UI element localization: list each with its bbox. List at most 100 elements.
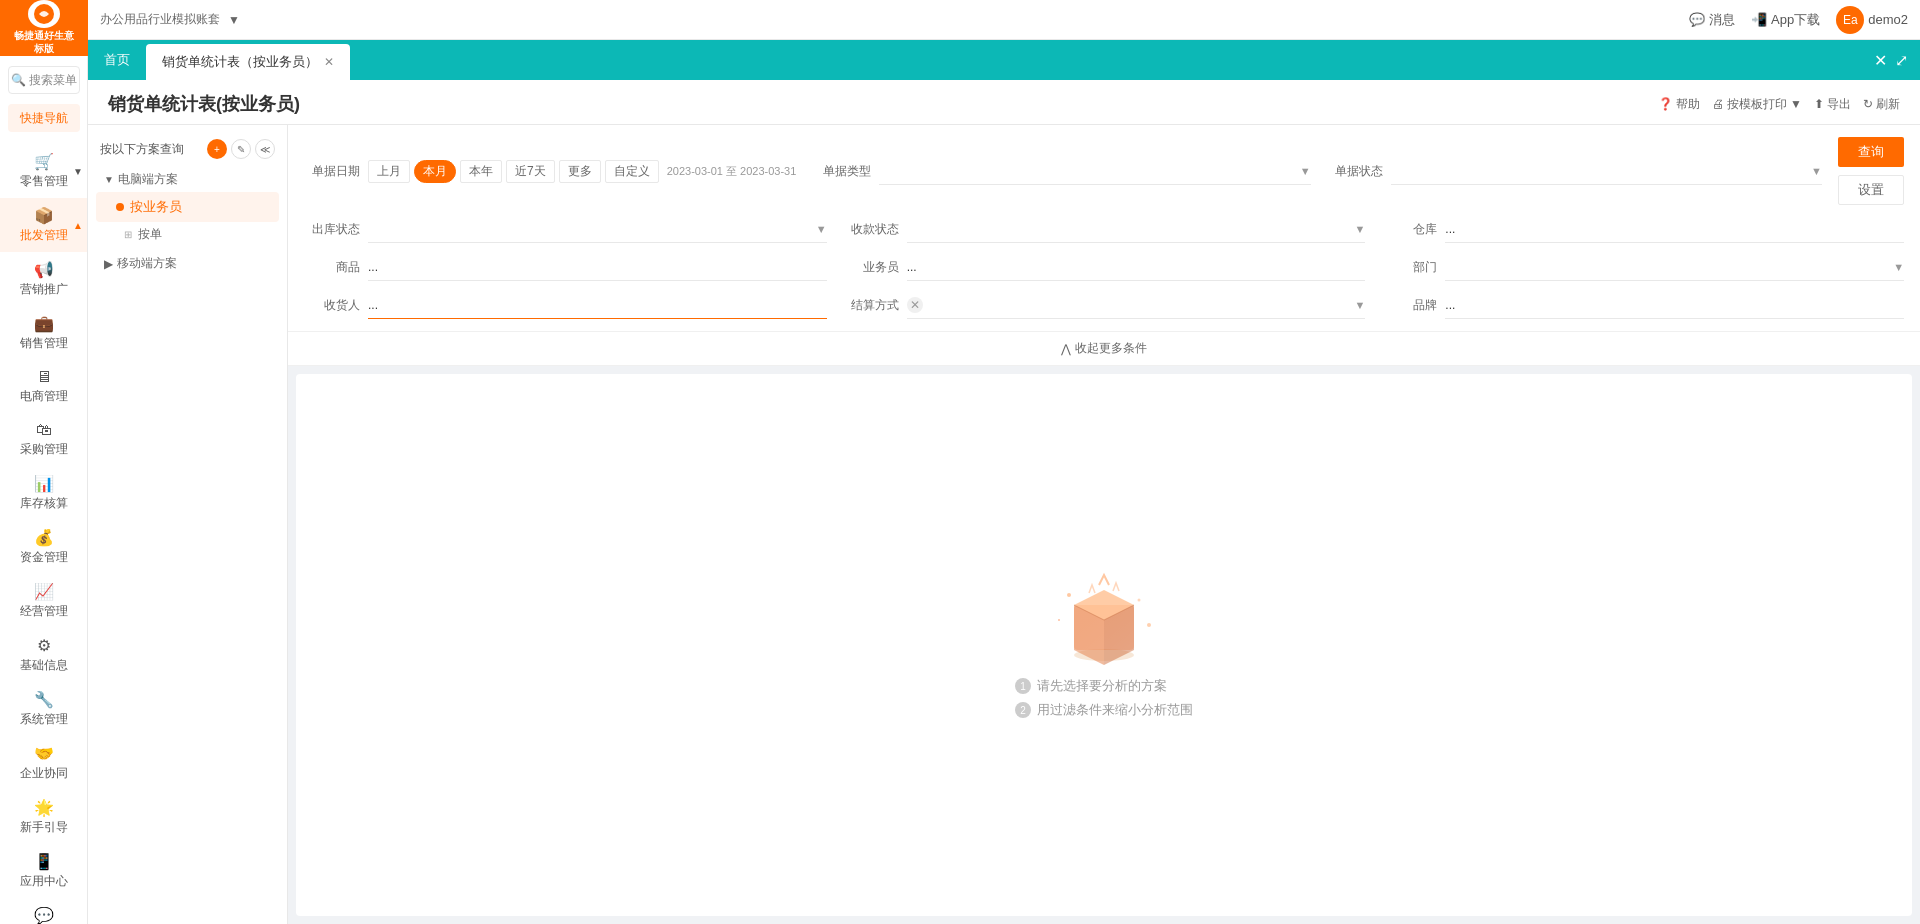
nav-label-purchase: 采购管理 bbox=[20, 441, 68, 458]
doc-type-dropdown[interactable]: ▼ bbox=[879, 157, 1310, 185]
nav-item-wholesale[interactable]: 📦 批发管理 ▲ bbox=[0, 198, 87, 252]
empty-content: 1 请先选择要分析的方案 2 用过滤条件来缩小分析范围 bbox=[1015, 565, 1193, 725]
collapse-scheme-button[interactable]: ≪ bbox=[255, 139, 275, 159]
date-btn-this-month[interactable]: 本月 bbox=[414, 160, 456, 183]
nav-label-inventory: 库存核算 bbox=[20, 495, 68, 512]
nav-item-appstore[interactable]: 📱 应用中心 bbox=[0, 844, 87, 898]
date-btn-more[interactable]: 更多 bbox=[559, 160, 601, 183]
filter-rows: 单据日期 上月 本月 本年 近7天 更多 自定义 2023-03-01 至 20… bbox=[288, 125, 1920, 332]
collapse-more-button[interactable]: ⋀ 收起更多条件 bbox=[1061, 340, 1147, 357]
search-menu-button[interactable]: 🔍 搜索菜单 bbox=[8, 66, 80, 94]
date-btn-this-year[interactable]: 本年 bbox=[460, 160, 502, 183]
nav-item-enterprise[interactable]: 🤝 企业协同 bbox=[0, 736, 87, 790]
department-dropdown[interactable]: ▼ bbox=[1445, 253, 1904, 281]
mobile-section-toggle[interactable]: ▶ 移动端方案 bbox=[96, 251, 279, 276]
export-button[interactable]: ⬆ 导出 bbox=[1814, 96, 1851, 113]
settlement-clear-btn[interactable]: ✕ bbox=[907, 297, 923, 313]
settings-button[interactable]: 设置 bbox=[1838, 175, 1904, 205]
receiver-input[interactable]: ... bbox=[368, 291, 827, 319]
doc-status-dropdown[interactable]: ▼ bbox=[1391, 157, 1822, 185]
nav-label-finance: 资金管理 bbox=[20, 549, 68, 566]
nav-label-system: 系统管理 bbox=[20, 711, 68, 728]
tab-close-button[interactable]: ✕ bbox=[324, 55, 334, 69]
nav-label-basic: 基础信息 bbox=[20, 657, 68, 674]
settlement-arrow-icon: ▼ bbox=[1354, 299, 1365, 311]
nav-item-retail[interactable]: 🛒 零售管理 ▼ bbox=[0, 144, 87, 198]
salesperson-filter: 业务员 ... bbox=[843, 253, 1366, 281]
page-title: 销货单统计表(按业务员) bbox=[108, 92, 300, 116]
nav-item-sales[interactable]: 💼 销售管理 bbox=[0, 306, 87, 360]
quick-nav-button[interactable]: 快捷导航 bbox=[8, 104, 80, 132]
settlement-label: 结算方式 bbox=[843, 297, 899, 314]
print-button[interactable]: 🖨 按模板打印 ▼ bbox=[1712, 96, 1802, 113]
svg-point-11 bbox=[1147, 623, 1151, 627]
nav-item-guide[interactable]: 🌟 新手引导 bbox=[0, 790, 87, 844]
edit-scheme-button[interactable]: ✎ bbox=[231, 139, 251, 159]
section-arrow-down-icon: ▼ bbox=[104, 174, 114, 185]
user-area[interactable]: Ea demo2 bbox=[1836, 6, 1908, 34]
brand-label: 品牌 bbox=[1381, 297, 1437, 314]
nav-item-inventory[interactable]: 📊 库存核算 bbox=[0, 466, 87, 520]
date-btn-last-month[interactable]: 上月 bbox=[368, 160, 410, 183]
salesperson-input[interactable]: ... bbox=[907, 253, 1366, 281]
breadcrumb-dropdown-icon[interactable]: ▼ bbox=[228, 13, 240, 27]
management-icon: 📈 bbox=[34, 582, 54, 601]
settlement-dropdown[interactable]: ✕ ▼ bbox=[907, 291, 1366, 319]
chevron-down-icon: ▼ bbox=[73, 166, 83, 177]
nav-label-enterprise: 企业协同 bbox=[20, 765, 68, 782]
wholesale-icon: 📦 bbox=[34, 206, 54, 225]
app-download-button[interactable]: 📲 App下载 bbox=[1751, 11, 1820, 29]
nav-item-ecommerce[interactable]: 🖥 电商管理 bbox=[0, 360, 87, 413]
download-icon: 📲 bbox=[1751, 12, 1767, 27]
goods-value: ... bbox=[368, 260, 378, 274]
print-dropdown-icon: ▼ bbox=[1790, 97, 1802, 111]
empty-illustration bbox=[1044, 565, 1164, 665]
topbar: 办公用品行业模拟账套 ▼ 💬 消息 📲 App下载 Ea demo2 bbox=[88, 0, 1920, 40]
scheme-sub-item-by-order[interactable]: ⊞ 按单 bbox=[96, 222, 279, 247]
date-range-text: 2023-03-01 至 2023-03-31 bbox=[667, 164, 797, 179]
tab-actions: ✕ ⤢ bbox=[1862, 51, 1920, 70]
nav-item-marketing[interactable]: 📢 营销推广 bbox=[0, 252, 87, 306]
page-actions: ❓ 帮助 🖨 按模板打印 ▼ ⬆ 导出 ↻ 刷新 bbox=[1658, 96, 1900, 113]
goods-input[interactable]: ... bbox=[368, 253, 827, 281]
app-name: 畅捷通好生意 bbox=[14, 30, 74, 42]
filter-row-4: 收货人 ... 结算方式 ✕ ▼ bbox=[304, 291, 1904, 319]
help-button[interactable]: ❓ 帮助 bbox=[1658, 96, 1700, 113]
nav-item-basic[interactable]: ⚙ 基础信息 bbox=[0, 628, 87, 682]
query-button[interactable]: 查询 bbox=[1838, 137, 1904, 167]
goods-label: 商品 bbox=[304, 259, 360, 276]
nav-item-wechat[interactable]: 💬 企业微信 bbox=[0, 898, 87, 924]
refresh-button[interactable]: ↻ 刷新 bbox=[1863, 96, 1900, 113]
scheme-label-order: 按单 bbox=[138, 226, 162, 243]
warehouse-input[interactable]: ... bbox=[1445, 215, 1904, 243]
quick-nav-label: 快捷导航 bbox=[20, 110, 68, 127]
scheme-item-by-salesperson[interactable]: 按业务员 bbox=[96, 192, 279, 222]
nav-label-management: 经营管理 bbox=[20, 603, 68, 620]
out-status-arrow-icon: ▼ bbox=[816, 223, 827, 235]
inventory-icon: 📊 bbox=[34, 474, 54, 493]
add-scheme-button[interactable]: + bbox=[207, 139, 227, 159]
tab-expand-icon[interactable]: ⤢ bbox=[1895, 51, 1908, 70]
search-icon: 🔍 bbox=[11, 73, 26, 87]
app-download-label: App下载 bbox=[1771, 11, 1820, 29]
nav-item-management[interactable]: 📈 经营管理 bbox=[0, 574, 87, 628]
date-btn-custom[interactable]: 自定义 bbox=[605, 160, 659, 183]
messages-button[interactable]: 💬 消息 bbox=[1689, 11, 1735, 29]
tab-close-all-icon[interactable]: ✕ bbox=[1874, 51, 1887, 70]
nav-item-finance[interactable]: 💰 资金管理 bbox=[0, 520, 87, 574]
marketing-icon: 📢 bbox=[34, 260, 54, 279]
export-label: 导出 bbox=[1827, 96, 1851, 113]
breadcrumb-text: 办公用品行业模拟账套 bbox=[100, 11, 220, 28]
wechat-icon: 💬 bbox=[34, 906, 54, 924]
receiver-filter: 收货人 ... bbox=[304, 291, 827, 319]
brand-input[interactable]: ... bbox=[1445, 291, 1904, 319]
tab-home[interactable]: 首页 bbox=[88, 40, 146, 80]
empty-tips: 1 请先选择要分析的方案 2 用过滤条件来缩小分析范围 bbox=[1015, 677, 1193, 725]
nav-item-purchase[interactable]: 🛍 采购管理 bbox=[0, 413, 87, 466]
collection-status-dropdown[interactable]: ▼ bbox=[907, 215, 1366, 243]
desktop-section-toggle[interactable]: ▼ 电脑端方案 bbox=[96, 167, 279, 192]
date-btn-last-7days[interactable]: 近7天 bbox=[506, 160, 555, 183]
nav-item-system[interactable]: 🔧 系统管理 bbox=[0, 682, 87, 736]
tab-sales-stats[interactable]: 销货单统计表（按业务员） ✕ bbox=[146, 44, 350, 80]
out-status-dropdown[interactable]: ▼ bbox=[368, 215, 827, 243]
